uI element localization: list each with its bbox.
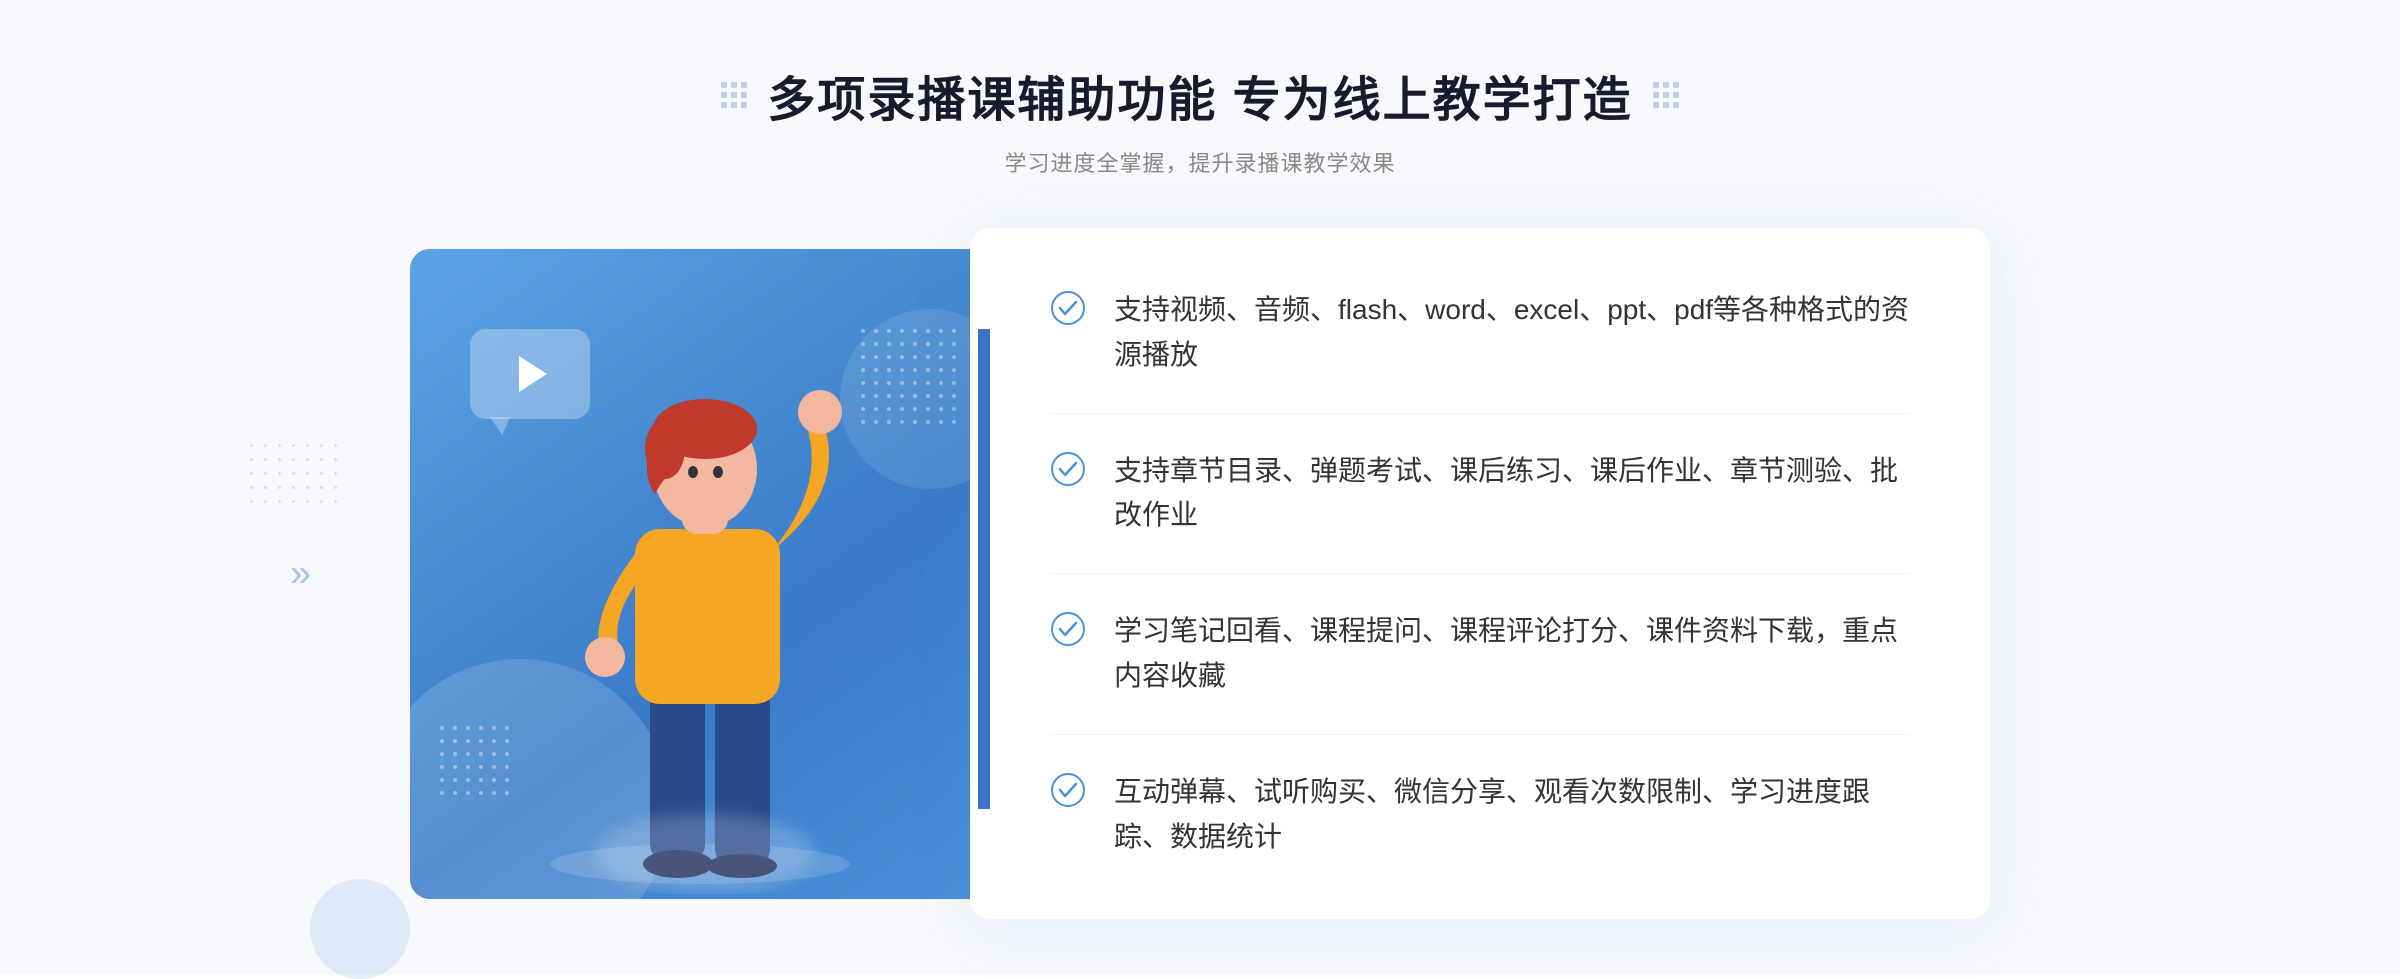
subtitle: 学习进度全掌握，提升录播课教学效果 [721, 146, 1678, 178]
bg-decoration-dots: // Rendered below via inline approach [80, 320, 243, 449]
card-dots-bottom-left [440, 726, 513, 799]
feature-text-1: 支持视频、音频、flash、word、excel、ppt、pdf等各种格式的资源… [1114, 288, 1910, 378]
title-row: 多项录播课辅助功能 专为线上教学打造 [721, 60, 1678, 130]
left-dots-decoration [250, 444, 342, 508]
header-section: 多项录播课辅助功能 专为线上教学打造 学习进度全掌握，提升录播课教学效果 [721, 0, 1678, 178]
feature-item-3: 学习笔记回看、课程提问、课程评论打分、课件资料下载，重点内容收藏 [1050, 574, 1910, 735]
check-icon-4 [1050, 772, 1086, 808]
feature-text-2: 支持章节目录、弹题考试、课后练习、课后作业、章节测验、批改作业 [1114, 449, 1910, 539]
content-area: » [410, 228, 1990, 919]
human-figure-illustration [510, 334, 890, 899]
feature-item-1: 支持视频、音频、flash、word、excel、ppt、pdf等各种格式的资源… [1050, 288, 1910, 414]
check-icon-2 [1050, 451, 1086, 487]
page-container: // Rendered below via inline approach 多项… [0, 0, 2400, 974]
right-title-decoration [1653, 82, 1679, 108]
left-title-decoration [721, 82, 747, 108]
illustration-card [410, 249, 990, 899]
features-card: 支持视频、音频、flash、word、excel、ppt、pdf等各种格式的资源… [970, 228, 1990, 919]
circle-decoration-bottom-left [310, 879, 410, 979]
blue-accent-bar [978, 329, 990, 809]
left-chevron-decoration: » [290, 552, 307, 595]
feature-text-3: 学习笔记回看、课程提问、课程评论打分、课件资料下载，重点内容收藏 [1114, 609, 1910, 699]
check-icon-3 [1050, 611, 1086, 647]
feature-text-4: 互动弹幕、试听购买、微信分享、观看次数限制、学习进度跟踪、数据统计 [1114, 770, 1910, 860]
check-icon-1 [1050, 290, 1086, 326]
feature-item-2: 支持章节目录、弹题考试、课后练习、课后作业、章节测验、批改作业 [1050, 414, 1910, 575]
feature-item-4: 互动弹幕、试听购买、微信分享、观看次数限制、学习进度跟踪、数据统计 [1050, 735, 1910, 860]
main-title: 多项录播课辅助功能 专为线上教学打造 [767, 60, 1632, 130]
